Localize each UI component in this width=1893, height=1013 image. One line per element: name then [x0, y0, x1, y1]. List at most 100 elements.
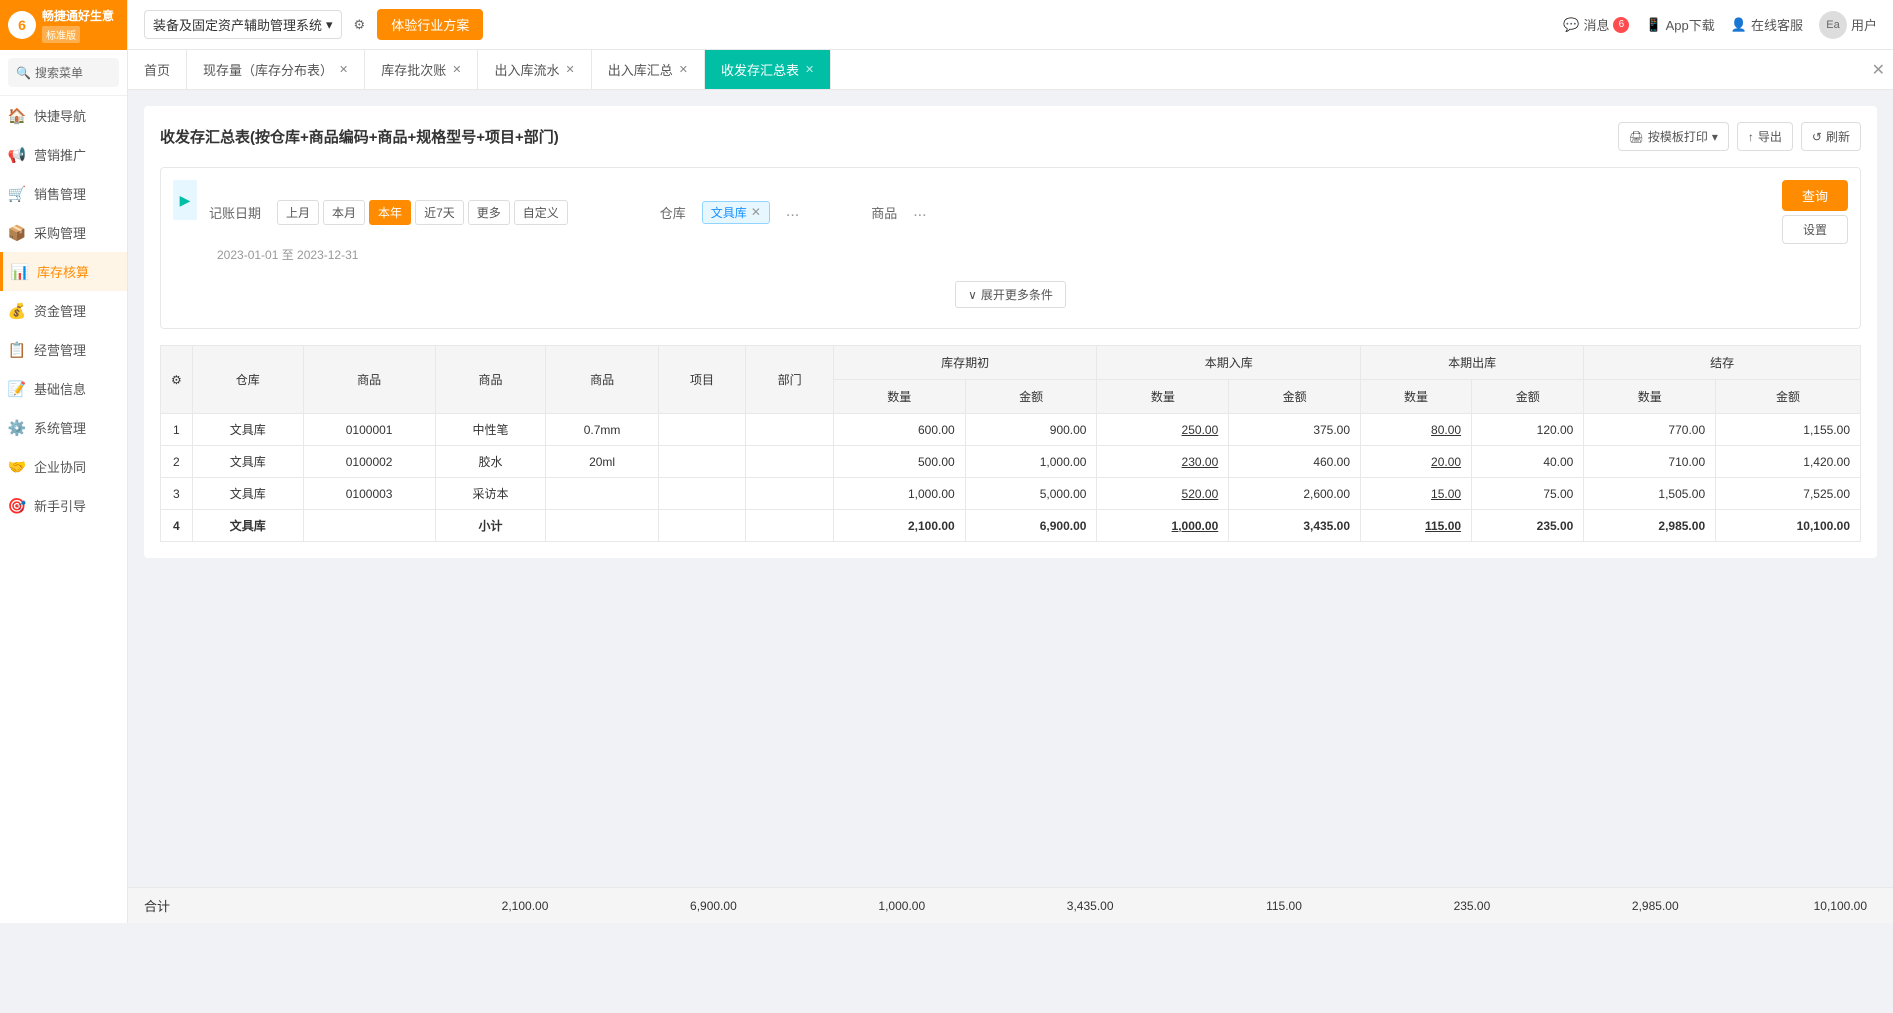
tab-home[interactable]: 首页 — [128, 50, 187, 90]
row-out-amt: 120.00 — [1472, 414, 1584, 446]
date-btn-this-year[interactable]: 本年 — [369, 200, 411, 225]
sidebar-item-finance[interactable]: 💰 资金管理 — [0, 291, 127, 330]
expand-filter-btn[interactable]: ∨ 展开更多条件 — [955, 281, 1066, 308]
tab-flow[interactable]: 出入库流水 ✕ — [478, 50, 591, 90]
sidebar-item-system[interactable]: ⚙️ 系统管理 — [0, 408, 127, 447]
row-in-qty[interactable]: 250.00 — [1097, 414, 1229, 446]
trial-btn[interactable]: 体验行业方案 — [377, 9, 483, 40]
expand-icon: ∨ — [968, 288, 977, 302]
tab-close-flow[interactable]: ✕ — [566, 63, 575, 76]
subtotal-no: 4 — [161, 510, 193, 542]
messages-btn[interactable]: 💬 消息 6 — [1563, 15, 1629, 34]
tab-recv-send[interactable]: 收发存汇总表 ✕ — [705, 50, 831, 90]
row-in-qty[interactable]: 520.00 — [1097, 478, 1229, 510]
inventory-icon: 📊 — [11, 263, 29, 281]
row-in-qty[interactable]: 230.00 — [1097, 446, 1229, 478]
row-out-amt: 75.00 — [1472, 478, 1584, 510]
sidebar-search-area: 🔍 搜索菜单 — [0, 50, 127, 96]
user-menu[interactable]: Ea 用户 — [1819, 11, 1877, 39]
app-download-btn[interactable]: 📱 App下载 — [1645, 15, 1714, 34]
row-name: 采访本 — [435, 478, 546, 510]
cooperation-icon: 🤝 — [8, 458, 26, 476]
sidebar-item-sales[interactable]: 🛒 销售管理 — [0, 174, 127, 213]
sidebar-item-basic[interactable]: 📝 基础信息 — [0, 369, 127, 408]
row-code: 0100002 — [303, 446, 435, 478]
sidebar-item-marketing[interactable]: 📢 营销推广 — [0, 135, 127, 174]
product-more-btn[interactable]: ... — [913, 203, 926, 221]
row-init-qty: 500.00 — [833, 446, 965, 478]
tab-close-batch[interactable]: ✕ — [452, 63, 461, 76]
sidebar-item-operations[interactable]: 📋 经营管理 — [0, 330, 127, 369]
col-out-amt: 金额 — [1472, 380, 1584, 414]
set-btn[interactable]: 设置 — [1782, 215, 1848, 244]
print-btn[interactable]: 🖨 按模板打印 ▾ — [1618, 122, 1729, 151]
date-filter-btns: 上月 本月 本年 近7天 更多 自定义 — [277, 200, 568, 225]
export-btn[interactable]: ↑ 导出 — [1737, 122, 1793, 151]
warehouse-more-btn[interactable]: ... — [786, 203, 799, 221]
row-name: 中性笔 — [435, 414, 546, 446]
row-spec — [546, 478, 658, 510]
date-btn-more[interactable]: 更多 — [468, 200, 510, 225]
subtotal-in-amt: 3,435.00 — [1229, 510, 1361, 542]
row-out-qty[interactable]: 80.00 — [1361, 414, 1472, 446]
date-btn-custom[interactable]: 自定义 — [514, 200, 568, 225]
search-menu-button[interactable]: 🔍 搜索菜单 — [8, 58, 119, 87]
subtotal-name: 小计 — [435, 510, 546, 542]
home-icon: 🏠 — [8, 107, 26, 125]
row-project — [658, 414, 746, 446]
col-group-out: 本期出库 — [1361, 346, 1584, 380]
subtotal-in-qty[interactable]: 1,000.00 — [1097, 510, 1229, 542]
page-actions: 🖨 按模板打印 ▾ ↑ 导出 ↺ 刷新 — [1618, 122, 1861, 151]
row-project — [658, 446, 746, 478]
row-warehouse: 文具库 — [192, 478, 303, 510]
tab-summary[interactable]: 出入库汇总 ✕ — [592, 50, 705, 90]
search-icon: 🔍 — [16, 66, 31, 80]
settings-icon[interactable]: ⚙ — [354, 17, 366, 33]
query-btn[interactable]: 查询 — [1782, 180, 1848, 211]
row-init-amt: 900.00 — [965, 414, 1097, 446]
basic-icon: 📝 — [8, 380, 26, 398]
tab-close-stock-dist[interactable]: ✕ — [339, 63, 348, 76]
footer-total: 合计 2,100.00 6,900.00 1,000.00 3,435.00 1… — [128, 887, 1893, 923]
total-init-amt: 6,900.00 — [558, 899, 746, 913]
chevron-down-icon: ▾ — [326, 17, 333, 33]
purchase-icon: 📦 — [8, 224, 26, 242]
filter-toggle[interactable]: ▶ — [173, 180, 197, 220]
tab-close-recv-send[interactable]: ✕ — [805, 63, 814, 76]
sidebar-item-quick-nav[interactable]: 🏠 快捷导航 — [0, 96, 127, 135]
row-out-qty[interactable]: 20.00 — [1361, 446, 1472, 478]
tab-batch[interactable]: 库存批次账 ✕ — [365, 50, 478, 90]
system-selector[interactable]: 装备及固定资产辅助管理系统 ▾ — [144, 10, 342, 39]
chevron-down-icon: ▾ — [1712, 130, 1718, 144]
date-btn-this-month[interactable]: 本月 — [323, 200, 365, 225]
row-out-qty[interactable]: 15.00 — [1361, 478, 1472, 510]
warehouse-tag-close[interactable]: ✕ — [751, 205, 761, 219]
sidebar-item-purchase[interactable]: 📦 采购管理 — [0, 213, 127, 252]
row-warehouse: 文具库 — [192, 414, 303, 446]
sidebar-item-cooperation[interactable]: 🤝 企业协同 — [0, 447, 127, 486]
sidebar-item-inventory[interactable]: 📊 库存核算 — [0, 252, 127, 291]
table-subtotal-row: 4 文具库 小计 2,100.00 6,900.00 1,000.00 3,43… — [161, 510, 1861, 542]
row-warehouse: 文具库 — [192, 446, 303, 478]
sidebar-item-guide[interactable]: 🎯 新手引导 — [0, 486, 127, 525]
total-in-qty: 1,000.00 — [747, 899, 935, 913]
col-dept: 部门 — [746, 346, 834, 414]
total-out-amt: 235.00 — [1312, 899, 1500, 913]
row-dept — [746, 446, 834, 478]
date-btn-7days[interactable]: 近7天 — [415, 200, 464, 225]
main-content: 收发存汇总表(按仓库+商品编码+商品+规格型号+项目+部门) 🖨 按模板打印 ▾… — [128, 90, 1893, 923]
col-code: 商品 — [303, 346, 435, 414]
tab-stock-dist[interactable]: 现存量（库存分布表） ✕ — [187, 50, 365, 90]
row-spec: 0.7mm — [546, 414, 658, 446]
date-btn-last-month[interactable]: 上月 — [277, 200, 319, 225]
tab-close-summary[interactable]: ✕ — [679, 63, 688, 76]
online-service-btn[interactable]: 👤 在线客服 — [1731, 15, 1803, 34]
settings-icon[interactable]: ⚙ — [171, 373, 182, 387]
row-project — [658, 478, 746, 510]
refresh-btn[interactable]: ↺ 刷新 — [1801, 122, 1861, 151]
subtotal-out-qty[interactable]: 115.00 — [1361, 510, 1472, 542]
tab-close-all-icon[interactable]: ✕ — [1872, 60, 1885, 80]
row-code: 0100003 — [303, 478, 435, 510]
row-no: 3 — [161, 478, 193, 510]
footer-values: 2,100.00 6,900.00 1,000.00 3,435.00 115.… — [370, 899, 1877, 913]
